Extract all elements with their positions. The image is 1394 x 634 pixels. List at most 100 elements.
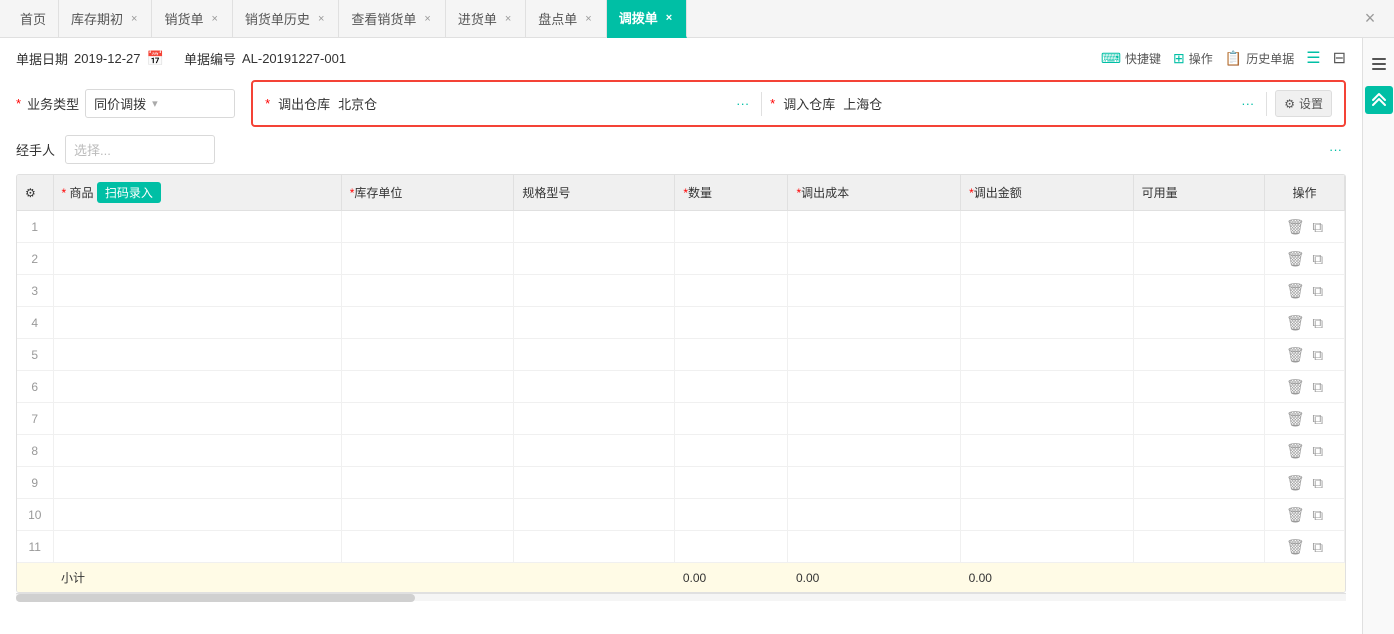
row-quantity[interactable]: [675, 275, 788, 307]
row-spec[interactable]: [514, 339, 675, 371]
row-out-amount[interactable]: [961, 467, 1134, 499]
quick-key-button[interactable]: ⌨ 快捷键: [1101, 50, 1161, 67]
row-spec[interactable]: [514, 435, 675, 467]
row-quantity[interactable]: [675, 403, 788, 435]
tab-inventory-init-close[interactable]: ×: [129, 12, 139, 26]
row-product[interactable]: [53, 211, 341, 243]
copy-icon[interactable]: ⧉: [1312, 411, 1323, 428]
row-available[interactable]: [1133, 211, 1264, 243]
row-unit[interactable]: [341, 307, 514, 339]
copy-icon[interactable]: ⧉: [1312, 347, 1323, 364]
delete-icon[interactable]: 🗑: [1286, 539, 1305, 556]
th-gear[interactable]: ⚙: [17, 175, 53, 211]
row-available[interactable]: [1133, 339, 1264, 371]
row-out-cost[interactable]: [788, 371, 961, 403]
tab-home[interactable]: 首页: [8, 0, 59, 38]
tab-view-sales[interactable]: 查看销货单 ×: [339, 0, 445, 38]
row-out-cost[interactable]: [788, 403, 961, 435]
row-out-cost[interactable]: [788, 243, 961, 275]
row-out-cost[interactable]: [788, 211, 961, 243]
row-spec[interactable]: [514, 211, 675, 243]
row-out-amount[interactable]: [961, 435, 1134, 467]
calendar-icon[interactable]: 📅: [147, 50, 164, 67]
row-product[interactable]: [53, 243, 341, 275]
row-out-amount[interactable]: [961, 403, 1134, 435]
layout-list-button[interactable]: ☰: [1306, 48, 1320, 68]
operation-button[interactable]: ⊞ 操作: [1173, 50, 1213, 67]
row-out-amount[interactable]: [961, 211, 1134, 243]
tab-view-sales-close[interactable]: ×: [422, 12, 432, 26]
delete-icon[interactable]: 🗑: [1286, 347, 1305, 364]
row-quantity[interactable]: [675, 211, 788, 243]
tab-purchase-order-close[interactable]: ×: [503, 12, 513, 26]
tab-sales-history-close[interactable]: ×: [316, 12, 326, 26]
row-unit[interactable]: [341, 435, 514, 467]
row-product[interactable]: [53, 339, 341, 371]
row-available[interactable]: [1133, 499, 1264, 531]
row-product[interactable]: [53, 499, 341, 531]
row-out-cost[interactable]: [788, 435, 961, 467]
tab-transfer-order[interactable]: 调拨单 ×: [607, 0, 687, 38]
setting-button[interactable]: ⚙ 设置: [1275, 90, 1332, 117]
delete-icon[interactable]: 🗑: [1286, 507, 1305, 524]
row-unit[interactable]: [341, 403, 514, 435]
history-button[interactable]: 📋 历史单据: [1225, 50, 1294, 67]
tab-sales-history[interactable]: 销货单历史 ×: [233, 0, 339, 38]
row-product[interactable]: [53, 275, 341, 307]
row-product[interactable]: [53, 403, 341, 435]
scroll-bar-area[interactable]: [16, 593, 1346, 601]
row-out-cost[interactable]: [788, 339, 961, 371]
row-unit[interactable]: [341, 275, 514, 307]
row-available[interactable]: [1133, 435, 1264, 467]
row-product[interactable]: [53, 371, 341, 403]
delete-icon[interactable]: 🗑: [1286, 475, 1305, 492]
sidebar-expand-icon[interactable]: [1365, 86, 1393, 114]
row-spec[interactable]: [514, 467, 675, 499]
row-out-amount[interactable]: [961, 275, 1134, 307]
row-quantity[interactable]: [675, 371, 788, 403]
copy-icon[interactable]: ⧉: [1312, 219, 1323, 236]
tab-inventory-init[interactable]: 库存期初 ×: [59, 0, 152, 38]
row-spec[interactable]: [514, 243, 675, 275]
warehouse-out-more-button[interactable]: ···: [732, 96, 753, 111]
delete-icon[interactable]: 🗑: [1286, 315, 1305, 332]
delete-icon[interactable]: 🗑: [1286, 219, 1305, 236]
tab-inventory-check[interactable]: 盘点单 ×: [526, 0, 606, 38]
tab-transfer-order-close[interactable]: ×: [664, 11, 674, 25]
row-spec[interactable]: [514, 403, 675, 435]
row-spec[interactable]: [514, 531, 675, 563]
row-available[interactable]: [1133, 243, 1264, 275]
row-unit[interactable]: [341, 531, 514, 563]
delete-icon[interactable]: 🗑: [1286, 283, 1305, 300]
row-product[interactable]: [53, 435, 341, 467]
row-available[interactable]: [1133, 307, 1264, 339]
copy-icon[interactable]: ⧉: [1312, 507, 1323, 524]
copy-icon[interactable]: ⧉: [1312, 283, 1323, 300]
row-available[interactable]: [1133, 467, 1264, 499]
delete-icon[interactable]: 🗑: [1286, 411, 1305, 428]
copy-icon[interactable]: ⧉: [1312, 251, 1323, 268]
row-quantity[interactable]: [675, 339, 788, 371]
row-unit[interactable]: [341, 371, 514, 403]
scroll-thumb[interactable]: [16, 594, 415, 602]
sidebar-list-icon[interactable]: [1365, 50, 1393, 78]
row-out-cost[interactable]: [788, 499, 961, 531]
row-out-amount[interactable]: [961, 339, 1134, 371]
tab-inventory-check-close[interactable]: ×: [583, 12, 593, 26]
handler-select[interactable]: 选择...: [65, 135, 215, 164]
scan-button[interactable]: 扫码录入: [97, 182, 161, 203]
row-quantity[interactable]: [675, 499, 788, 531]
row-unit[interactable]: [341, 211, 514, 243]
row-out-amount[interactable]: [961, 531, 1134, 563]
tab-sales-order-close[interactable]: ×: [209, 12, 219, 26]
row-quantity[interactable]: [675, 307, 788, 339]
row-product[interactable]: [53, 467, 341, 499]
row-available[interactable]: [1133, 275, 1264, 307]
tab-sales-order[interactable]: 销货单 ×: [152, 0, 232, 38]
row-quantity[interactable]: [675, 243, 788, 275]
row-out-amount[interactable]: [961, 307, 1134, 339]
handler-more-button[interactable]: ···: [1325, 142, 1346, 157]
row-product[interactable]: [53, 307, 341, 339]
row-quantity[interactable]: [675, 531, 788, 563]
delete-icon[interactable]: 🗑: [1286, 443, 1305, 460]
